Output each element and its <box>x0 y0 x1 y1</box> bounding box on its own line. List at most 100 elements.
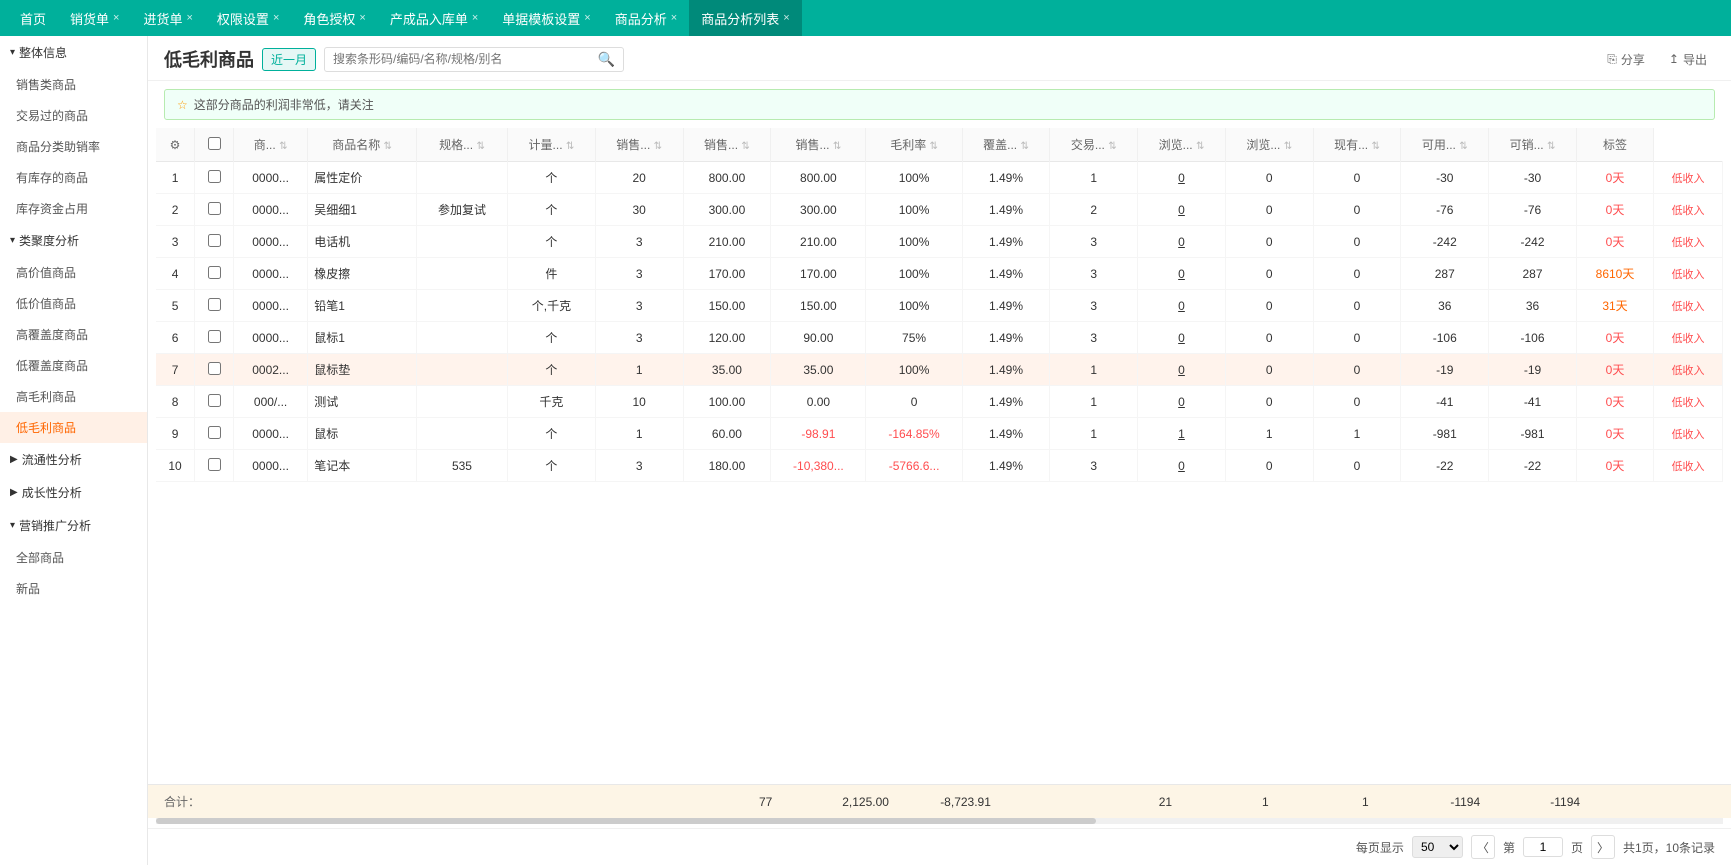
nav-product-analysis[interactable]: 商品分析 × <box>603 0 689 36</box>
row-checkbox[interactable] <box>195 386 234 418</box>
search-input[interactable] <box>333 52 598 66</box>
nav-purchase[interactable]: 进货单 × <box>131 0 204 36</box>
row-available: -41 <box>1489 386 1577 418</box>
footer-total-browse2: 1 <box>1315 795 1415 809</box>
row-profit-rate: 100% <box>866 290 962 322</box>
col-qty: 销售... ⇅ <box>595 128 683 162</box>
row-gross-margin: 1.49% <box>962 258 1050 290</box>
row-checkbox[interactable] <box>195 258 234 290</box>
row-browse1: 0 <box>1225 354 1313 386</box>
col-code: 商... ⇅ <box>233 128 307 162</box>
sidebar-item-low-value[interactable]: 低价值商品 <box>0 288 147 319</box>
row-browse2: 0 <box>1313 322 1401 354</box>
search-icon[interactable]: 🔍 <box>598 51 615 68</box>
close-icon[interactable]: × <box>671 12 677 24</box>
row-stock: -41 <box>1401 386 1489 418</box>
next-page-button[interactable]: 〉 <box>1591 835 1615 859</box>
row-checkbox[interactable] <box>195 162 234 194</box>
row-checkbox[interactable] <box>195 290 234 322</box>
nav-product-list[interactable]: 商品分析列表 × <box>689 0 801 36</box>
row-profit-rate: -164.85% <box>866 418 962 450</box>
row-gross-margin: 1.49% <box>962 322 1050 354</box>
sidebar-item-category-rate[interactable]: 商品分类助销率 <box>0 131 147 162</box>
sidebar-section-growth[interactable]: ▶ 成长性分析 <box>0 476 147 509</box>
horizontal-scrollbar[interactable] <box>156 818 1723 824</box>
footer-total-available: -1194 <box>1515 795 1615 809</box>
row-profit-rate: 100% <box>866 258 962 290</box>
sidebar-section-liquidity[interactable]: ▶ 流通性分析 <box>0 443 147 476</box>
row-qty: 3 <box>595 226 683 258</box>
nav-product-in[interactable]: 产成品入库单 × <box>378 0 490 36</box>
nav-role[interactable]: 角色授权 × <box>291 0 377 36</box>
sidebar-item-all-goods[interactable]: 全部商品 <box>0 542 147 573</box>
close-icon[interactable]: × <box>359 12 365 24</box>
close-icon[interactable]: × <box>113 12 119 24</box>
sidebar-item-high-margin[interactable]: 高毛利商品 <box>0 381 147 412</box>
table-row: 5 0000... 铅笔1 个,千克 3 150.00 150.00 100% … <box>156 290 1723 322</box>
sidebar-item-new-goods[interactable]: 新品 <box>0 573 147 604</box>
row-stock: -242 <box>1401 226 1489 258</box>
row-unit: 件 <box>508 258 596 290</box>
page-size-select[interactable]: 50 100 200 <box>1412 836 1463 858</box>
row-qty: 3 <box>595 450 683 482</box>
sidebar-item-in-stock[interactable]: 有库存的商品 <box>0 162 147 193</box>
close-icon[interactable]: × <box>186 12 192 24</box>
share-button[interactable]: ⎘ 分享 <box>1599 48 1653 71</box>
col-browse2: 现有... ⇅ <box>1313 128 1401 162</box>
sidebar-item-high-coverage[interactable]: 高覆盖度商品 <box>0 319 147 350</box>
sidebar-section-marketing[interactable]: ▾ 营销推广分析 <box>0 509 147 542</box>
row-checkbox[interactable] <box>195 354 234 386</box>
row-sale-days: 0天 <box>1576 226 1653 258</box>
row-no: 8 <box>156 386 195 418</box>
row-checkbox[interactable] <box>195 450 234 482</box>
sidebar-item-traded-goods[interactable]: 交易过的商品 <box>0 100 147 131</box>
nav-permission[interactable]: 权限设置 × <box>205 0 291 36</box>
sidebar-item-high-value[interactable]: 高价值商品 <box>0 257 147 288</box>
close-icon[interactable]: × <box>472 12 478 24</box>
sidebar-item-capital[interactable]: 库存资金占用 <box>0 193 147 224</box>
sidebar-item-low-coverage[interactable]: 低覆盖度商品 <box>0 350 147 381</box>
nav-template[interactable]: 单据模板设置 × <box>490 0 602 36</box>
close-icon[interactable]: × <box>584 12 590 24</box>
row-gross-margin: 1.49% <box>962 226 1050 258</box>
row-checkbox[interactable] <box>195 194 234 226</box>
row-checkbox[interactable] <box>195 418 234 450</box>
sidebar-section-cluster[interactable]: ▾ 类聚度分析 <box>0 224 147 257</box>
row-browse1: 0 <box>1225 386 1313 418</box>
row-code: 000/... <box>233 386 307 418</box>
col-settings[interactable]: ⚙ <box>156 128 195 162</box>
sidebar-item-sales-goods[interactable]: 销售类商品 <box>0 69 147 100</box>
row-name: 属性定价 <box>308 162 417 194</box>
table-header-row: ⚙ 商... ⇅ 商品名称 ⇅ 规格... ⇅ 计量... ⇅ 销售... ⇅ … <box>156 128 1723 162</box>
prev-page-button[interactable]: 〈 <box>1471 835 1495 859</box>
row-code: 0002... <box>233 354 307 386</box>
row-no: 7 <box>156 354 195 386</box>
scrollbar-thumb[interactable] <box>156 818 1096 824</box>
table-row: 4 0000... 橡皮擦 件 3 170.00 170.00 100% 1.4… <box>156 258 1723 290</box>
select-all-checkbox[interactable] <box>208 137 221 150</box>
row-tag: 低收入 <box>1654 386 1723 418</box>
col-price: 销售... ⇅ <box>683 128 771 162</box>
nav-home[interactable]: 首页 <box>8 0 58 36</box>
row-qty: 3 <box>595 290 683 322</box>
row-checkbox[interactable] <box>195 322 234 354</box>
row-coverage: 2 <box>1050 194 1138 226</box>
pagination-bar: 每页显示 50 100 200 〈 第 页 〉 共1页，10条记录 <box>148 828 1731 865</box>
row-gross-margin: 1.49% <box>962 354 1050 386</box>
row-code: 0000... <box>233 418 307 450</box>
footer-total-profit: -8,723.91 <box>916 795 1016 809</box>
page-input[interactable] <box>1523 837 1563 857</box>
export-button[interactable]: ↥ 导出 <box>1661 48 1715 71</box>
row-checkbox[interactable] <box>195 226 234 258</box>
row-profit: 210.00 <box>771 226 866 258</box>
row-profit: 35.00 <box>771 354 866 386</box>
footer-total-qty: 77 <box>716 795 816 809</box>
sidebar-item-low-margin[interactable]: 低毛利商品 <box>0 412 147 443</box>
total-pages-label: 页 <box>1571 839 1583 856</box>
nav-sales[interactable]: 销货单 × <box>58 0 131 36</box>
row-tag: 低收入 <box>1654 194 1723 226</box>
close-icon[interactable]: × <box>273 12 279 24</box>
close-icon[interactable]: × <box>783 12 789 24</box>
sidebar-section-overview[interactable]: ▾ 整体信息 <box>0 36 147 69</box>
date-filter[interactable]: 近一月 <box>262 48 316 71</box>
